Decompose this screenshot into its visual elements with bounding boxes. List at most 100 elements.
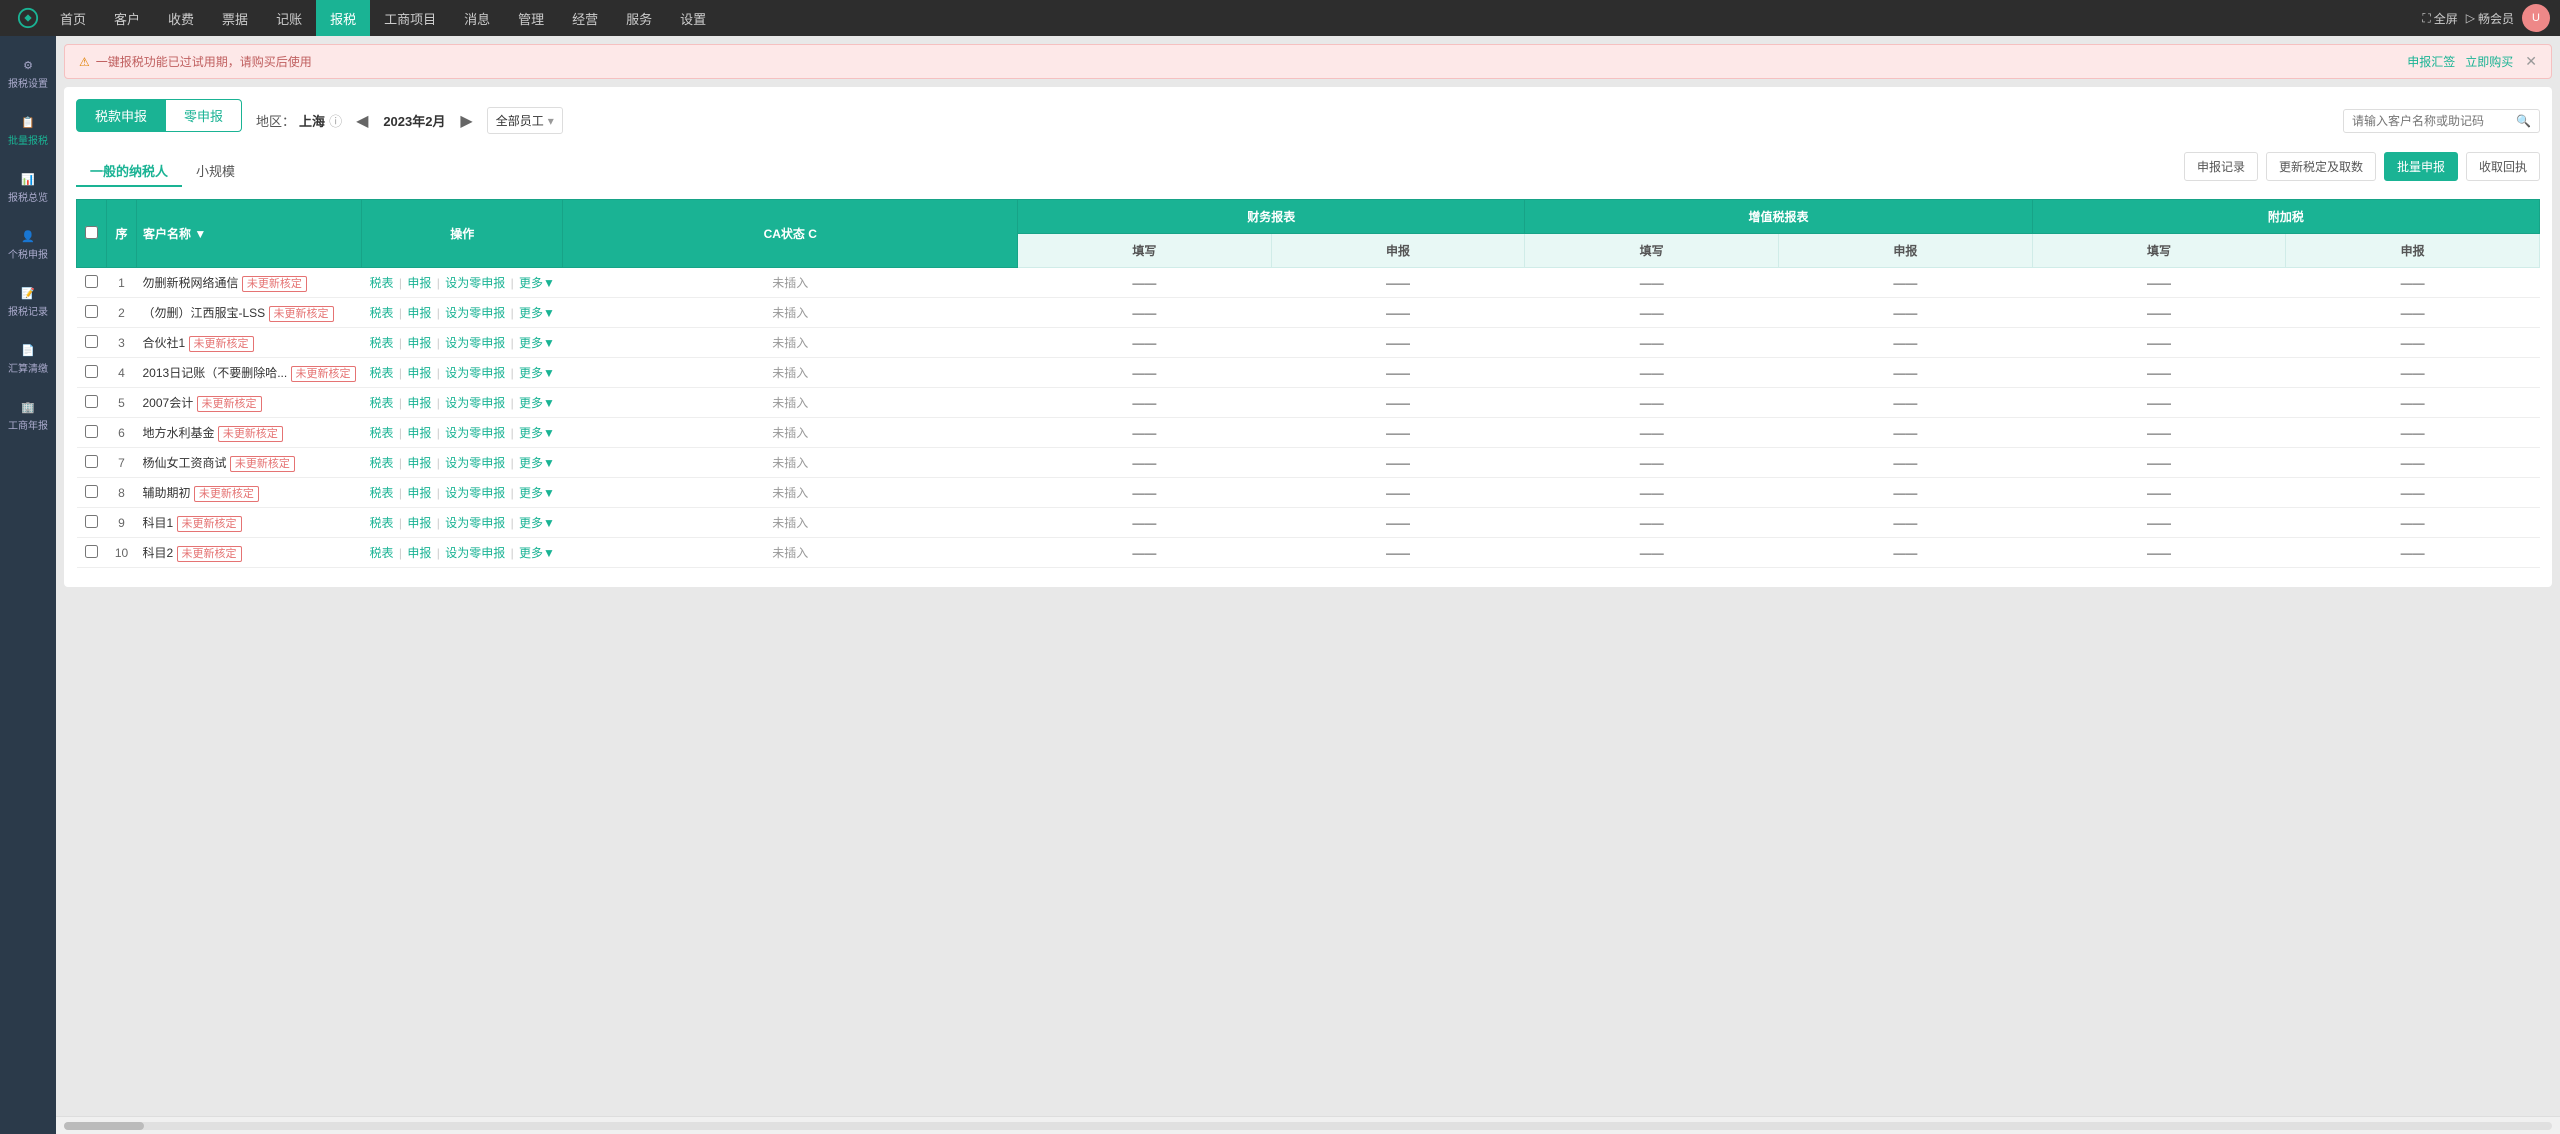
op-declare-6[interactable]: 申报 (407, 456, 431, 470)
nav-item-客户[interactable]: 客户 (100, 0, 154, 36)
op-more-4[interactable]: 更多▼ (519, 396, 555, 410)
member-btn[interactable]: ▷ 畅会员 (2466, 10, 2514, 27)
op-more-0[interactable]: 更多▼ (519, 276, 555, 290)
sidebar-item-4[interactable]: 📝 报税记录 (0, 272, 56, 329)
nav-item-报税[interactable]: 报税 (316, 0, 370, 36)
row-ca-status: 未插入 (563, 538, 1018, 568)
row-checkbox-1[interactable] (85, 305, 98, 318)
nav-item-服务[interactable]: 服务 (612, 0, 666, 36)
op-more-2[interactable]: 更多▼ (519, 336, 555, 350)
op-zero-declare-1[interactable]: 设为零申报 (445, 306, 505, 320)
op-tax-table-0[interactable]: 税表 (370, 276, 394, 290)
nav-item-消息[interactable]: 消息 (450, 0, 504, 36)
row-checkbox-0[interactable] (85, 275, 98, 288)
taxpayer-tab-general[interactable]: 一般的纳税人 (76, 156, 182, 187)
sidebar-item-0[interactable]: ⚙ 报税设置 (0, 44, 56, 101)
op-zero-declare-5[interactable]: 设为零申报 (445, 426, 505, 440)
row-checkbox-3[interactable] (85, 365, 98, 378)
prev-date-btn[interactable]: ◀ (356, 111, 368, 131)
op-zero-declare-8[interactable]: 设为零申报 (445, 516, 505, 530)
row-unverified-tag: 未更新核定 (218, 426, 283, 442)
update-tax-btn[interactable]: 更新税定及取数 (2266, 152, 2376, 181)
op-tax-table-8[interactable]: 税表 (370, 516, 394, 530)
sidebar-item-1[interactable]: 📋 批量报税 (0, 101, 56, 158)
row-checkbox-7[interactable] (85, 485, 98, 498)
tab-zero-declaration[interactable]: 零申报 (166, 99, 242, 132)
op-more-1[interactable]: 更多▼ (519, 306, 555, 320)
declaration-record-btn[interactable]: 申报记录 (2184, 152, 2258, 181)
search-input[interactable] (2352, 114, 2512, 128)
notice-link-2[interactable]: 立即购买 (2465, 53, 2513, 70)
horizontal-scrollbar[interactable] (56, 1116, 2560, 1134)
op-tax-table-7[interactable]: 税表 (370, 486, 394, 500)
notice-close-btn[interactable]: ✕ (2525, 53, 2537, 70)
op-tax-table-6[interactable]: 税表 (370, 456, 394, 470)
nav-item-工商项目[interactable]: 工商项目 (370, 0, 450, 36)
op-more-9[interactable]: 更多▼ (519, 546, 555, 560)
op-declare-9[interactable]: 申报 (407, 546, 431, 560)
next-date-btn[interactable]: ▶ (460, 111, 472, 131)
row-checkbox-6[interactable] (85, 455, 98, 468)
op-tax-table-3[interactable]: 税表 (370, 366, 394, 380)
nav-item-经营[interactable]: 经营 (558, 0, 612, 36)
op-declare-0[interactable]: 申报 (407, 276, 431, 290)
search-icon[interactable]: 🔍 (2516, 114, 2531, 128)
row-checkbox-2[interactable] (85, 335, 98, 348)
op-more-8[interactable]: 更多▼ (519, 516, 555, 530)
op-zero-declare-0[interactable]: 设为零申报 (445, 276, 505, 290)
fullscreen-btn[interactable]: ⛶ 全屏 (2422, 10, 2457, 27)
sort-icon[interactable]: ▼ (194, 227, 206, 241)
row-checkbox-8[interactable] (85, 515, 98, 528)
sidebar-item-3[interactable]: 👤 个税申报 (0, 215, 56, 272)
th-financial-group: 财务报表 (1018, 200, 1525, 234)
record-icon: 📝 (17, 282, 39, 304)
row-checkbox-5[interactable] (85, 425, 98, 438)
row-checkbox-4[interactable] (85, 395, 98, 408)
nav-item-管理[interactable]: 管理 (504, 0, 558, 36)
nav-item-票据[interactable]: 票据 (208, 0, 262, 36)
notice-link-1[interactable]: 申报汇签 (2407, 53, 2455, 70)
table-row: 10 科目2 未更新核定 税表 | 申报 | 设为零申报 | 更多▼ 未插入 —… (77, 538, 2540, 568)
op-declare-8[interactable]: 申报 (407, 516, 431, 530)
nav-item-收费[interactable]: 收费 (154, 0, 208, 36)
op-declare-4[interactable]: 申报 (407, 396, 431, 410)
op-more-5[interactable]: 更多▼ (519, 426, 555, 440)
taxpayer-tab-small[interactable]: 小规模 (182, 156, 249, 187)
op-zero-declare-6[interactable]: 设为零申报 (445, 456, 505, 470)
select-all-checkbox[interactable] (85, 226, 98, 239)
op-zero-declare-3[interactable]: 设为零申报 (445, 366, 505, 380)
op-more-7[interactable]: 更多▼ (519, 486, 555, 500)
op-tax-table-4[interactable]: 税表 (370, 396, 394, 410)
collect-receipt-btn[interactable]: 收取回执 (2466, 152, 2540, 181)
sidebar-item-6[interactable]: 🏢 工商年报 (0, 386, 56, 443)
avatar[interactable]: U (2522, 4, 2550, 32)
sidebar-item-5[interactable]: 📄 汇算清缴 (0, 329, 56, 386)
data-table: 序 客户名称 ▼ 操作 CA状态 C 财务报表 增值税报表 附加税 (76, 199, 2540, 568)
sidebar-item-2[interactable]: 📊 报税总览 (0, 158, 56, 215)
op-declare-2[interactable]: 申报 (407, 336, 431, 350)
row-checkbox-9[interactable] (85, 545, 98, 558)
op-more-6[interactable]: 更多▼ (519, 456, 555, 470)
op-declare-7[interactable]: 申报 (407, 486, 431, 500)
staff-select[interactable]: 全部员工 ▾ (487, 107, 563, 134)
op-zero-declare-2[interactable]: 设为零申报 (445, 336, 505, 350)
tab-tax-declaration[interactable]: 税款申报 (76, 99, 166, 132)
info-icon[interactable]: ⓘ (329, 111, 342, 130)
op-zero-declare-7[interactable]: 设为零申报 (445, 486, 505, 500)
batch-declaration-btn[interactable]: 批量申报 (2384, 152, 2458, 181)
row-name-text: 科目2 (143, 546, 174, 560)
op-declare-5[interactable]: 申报 (407, 426, 431, 440)
op-tax-table-2[interactable]: 税表 (370, 336, 394, 350)
op-zero-declare-9[interactable]: 设为零申报 (445, 546, 505, 560)
op-tax-table-1[interactable]: 税表 (370, 306, 394, 320)
op-declare-3[interactable]: 申报 (407, 366, 431, 380)
nav-item-首页[interactable]: 首页 (46, 0, 100, 36)
op-declare-1[interactable]: 申报 (407, 306, 431, 320)
op-more-3[interactable]: 更多▼ (519, 366, 555, 380)
op-tax-table-9[interactable]: 税表 (370, 546, 394, 560)
nav-item-设置[interactable]: 设置 (666, 0, 720, 36)
op-tax-table-5[interactable]: 税表 (370, 426, 394, 440)
nav-item-记账[interactable]: 记账 (262, 0, 316, 36)
op-zero-declare-4[interactable]: 设为零申报 (445, 396, 505, 410)
scroll-thumb[interactable] (64, 1122, 144, 1130)
